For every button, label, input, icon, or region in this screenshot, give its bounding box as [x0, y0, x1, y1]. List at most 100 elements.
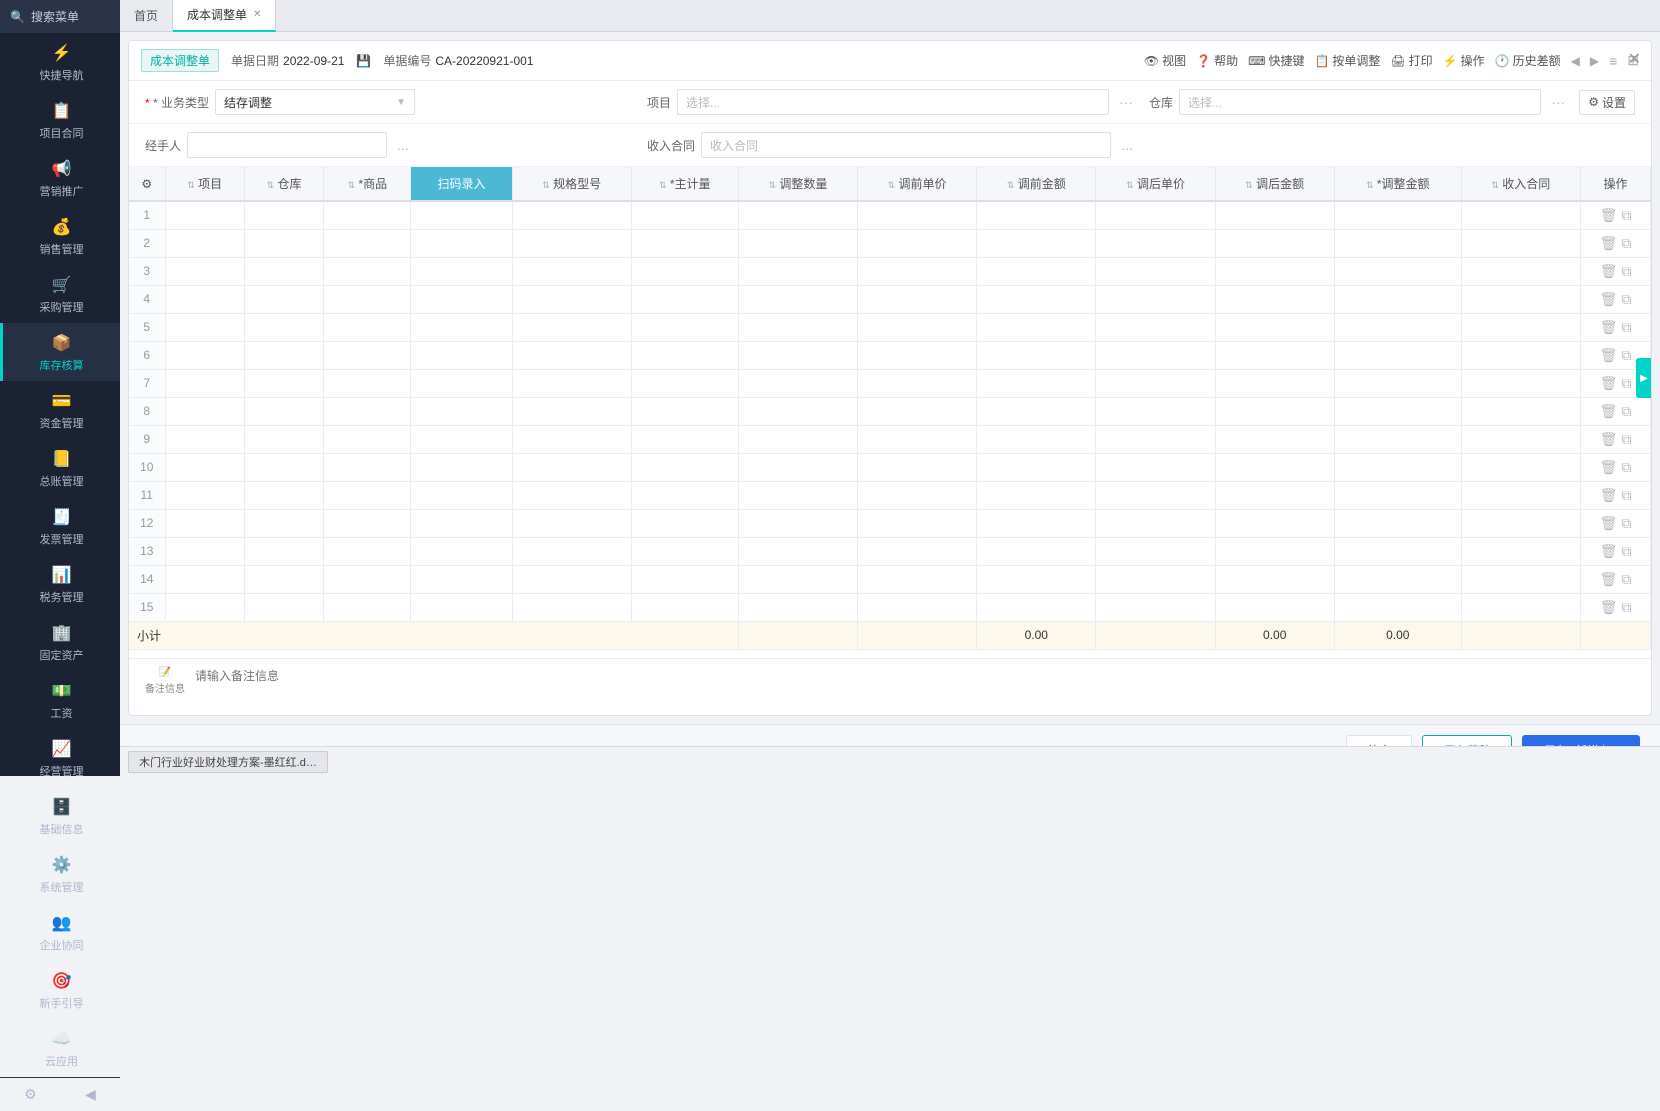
warehouse-select[interactable]: 选择...	[1179, 89, 1541, 115]
project-more-icon[interactable]: ···	[1119, 94, 1133, 110]
cell-9[interactable]	[1096, 453, 1215, 481]
cell-6[interactable]	[738, 257, 857, 285]
cell-2[interactable]	[324, 369, 411, 397]
cell-6[interactable]	[738, 201, 857, 229]
cell-12[interactable]	[1461, 453, 1580, 481]
cell-0[interactable]	[165, 565, 244, 593]
cell-9[interactable]	[1096, 257, 1215, 285]
notes-textarea[interactable]	[195, 667, 1635, 707]
cell-8[interactable]	[977, 201, 1096, 229]
cell-7[interactable]	[858, 397, 977, 425]
cell-3[interactable]	[411, 481, 512, 509]
cell-12[interactable]	[1461, 341, 1580, 369]
delete-icon[interactable]: 🗑	[1600, 431, 1618, 448]
cell-3[interactable]	[411, 537, 512, 565]
cell-2[interactable]	[324, 285, 411, 313]
cell-5[interactable]	[631, 593, 738, 621]
taskbar-item[interactable]: 木门行业好业财处理方案-墨红红.doc - WPS Office	[128, 751, 328, 773]
expand-side-button[interactable]: ▶	[1636, 358, 1652, 398]
cell-3[interactable]	[411, 593, 512, 621]
warehouse-more-icon[interactable]: ···	[1551, 94, 1565, 110]
table-row[interactable]: 13🗑⧉	[129, 537, 1651, 565]
action-preview[interactable]: 👁 视图	[1144, 52, 1186, 69]
delete-icon[interactable]: 🗑	[1600, 571, 1618, 588]
cell-10[interactable]	[1215, 565, 1334, 593]
table-row[interactable]: 14🗑⧉	[129, 565, 1651, 593]
cell-11[interactable]	[1334, 313, 1461, 341]
nav-next-icon[interactable]: ▶	[1590, 54, 1599, 68]
cell-4[interactable]	[512, 313, 631, 341]
cell-5[interactable]	[631, 369, 738, 397]
cell-8[interactable]	[977, 369, 1096, 397]
copy-icon[interactable]: ⧉	[1621, 347, 1631, 364]
cell-10[interactable]	[1215, 229, 1334, 257]
cell-12[interactable]	[1461, 565, 1580, 593]
cell-11[interactable]	[1334, 397, 1461, 425]
tab-close-icon[interactable]: ✕	[253, 9, 261, 20]
cell-9[interactable]	[1096, 201, 1215, 229]
cell-6[interactable]	[738, 229, 857, 257]
cell-0[interactable]	[165, 425, 244, 453]
cell-9[interactable]	[1096, 229, 1215, 257]
sidebar-item-marketing[interactable]: 📢 营销推广	[0, 149, 120, 207]
cell-11[interactable]	[1334, 341, 1461, 369]
delete-icon[interactable]: 🗑	[1600, 487, 1618, 504]
cell-7[interactable]	[858, 201, 977, 229]
cell-3[interactable]	[411, 341, 512, 369]
cell-6[interactable]	[738, 341, 857, 369]
cell-3[interactable]	[411, 425, 512, 453]
delete-icon[interactable]: 🗑	[1600, 543, 1618, 560]
cell-3[interactable]	[411, 229, 512, 257]
cell-9[interactable]	[1096, 285, 1215, 313]
col-scan[interactable]: 扫码录入	[411, 167, 512, 201]
cell-8[interactable]	[977, 425, 1096, 453]
delete-icon[interactable]: 🗑	[1600, 291, 1618, 308]
cell-3[interactable]	[411, 285, 512, 313]
cell-10[interactable]	[1215, 481, 1334, 509]
delete-icon[interactable]: 🗑	[1600, 515, 1618, 532]
cell-4[interactable]	[512, 397, 631, 425]
cell-11[interactable]	[1334, 257, 1461, 285]
cell-4[interactable]	[512, 425, 631, 453]
cell-4[interactable]	[512, 229, 631, 257]
cell-8[interactable]	[977, 453, 1096, 481]
cell-5[interactable]	[631, 229, 738, 257]
cell-9[interactable]	[1096, 369, 1215, 397]
cell-1[interactable]	[244, 565, 323, 593]
cell-2[interactable]	[324, 453, 411, 481]
copy-icon[interactable]: ⧉	[1621, 571, 1631, 588]
cell-1[interactable]	[244, 313, 323, 341]
cell-2[interactable]	[324, 313, 411, 341]
table-row[interactable]: 2🗑⧉	[129, 229, 1651, 257]
cell-10[interactable]	[1215, 201, 1334, 229]
table-row[interactable]: 7🗑⧉	[129, 369, 1651, 397]
cell-8[interactable]	[977, 537, 1096, 565]
cell-3[interactable]	[411, 397, 512, 425]
table-row[interactable]: 12🗑⧉	[129, 509, 1651, 537]
cell-4[interactable]	[512, 341, 631, 369]
save-icon[interactable]: 💾	[356, 54, 371, 68]
copy-icon[interactable]: ⧉	[1621, 515, 1631, 532]
cell-2[interactable]	[324, 565, 411, 593]
cell-1[interactable]	[244, 285, 323, 313]
cell-7[interactable]	[858, 229, 977, 257]
cell-5[interactable]	[631, 341, 738, 369]
cell-2[interactable]	[324, 509, 411, 537]
cell-11[interactable]	[1334, 453, 1461, 481]
cell-3[interactable]	[411, 369, 512, 397]
cell-1[interactable]	[244, 425, 323, 453]
cell-2[interactable]	[324, 425, 411, 453]
cell-8[interactable]	[977, 481, 1096, 509]
cell-0[interactable]	[165, 537, 244, 565]
cell-5[interactable]	[631, 313, 738, 341]
cell-4[interactable]	[512, 509, 631, 537]
copy-icon[interactable]: ⧉	[1621, 431, 1631, 448]
cell-0[interactable]	[165, 201, 244, 229]
biz-type-select[interactable]: 结存调整 ▼	[215, 89, 415, 115]
cell-1[interactable]	[244, 257, 323, 285]
sidebar-item-inventory[interactable]: 📦 库存核算	[0, 323, 120, 381]
cell-11[interactable]	[1334, 425, 1461, 453]
cell-3[interactable]	[411, 201, 512, 229]
cell-7[interactable]	[858, 537, 977, 565]
table-row[interactable]: 15🗑⧉	[129, 593, 1651, 621]
